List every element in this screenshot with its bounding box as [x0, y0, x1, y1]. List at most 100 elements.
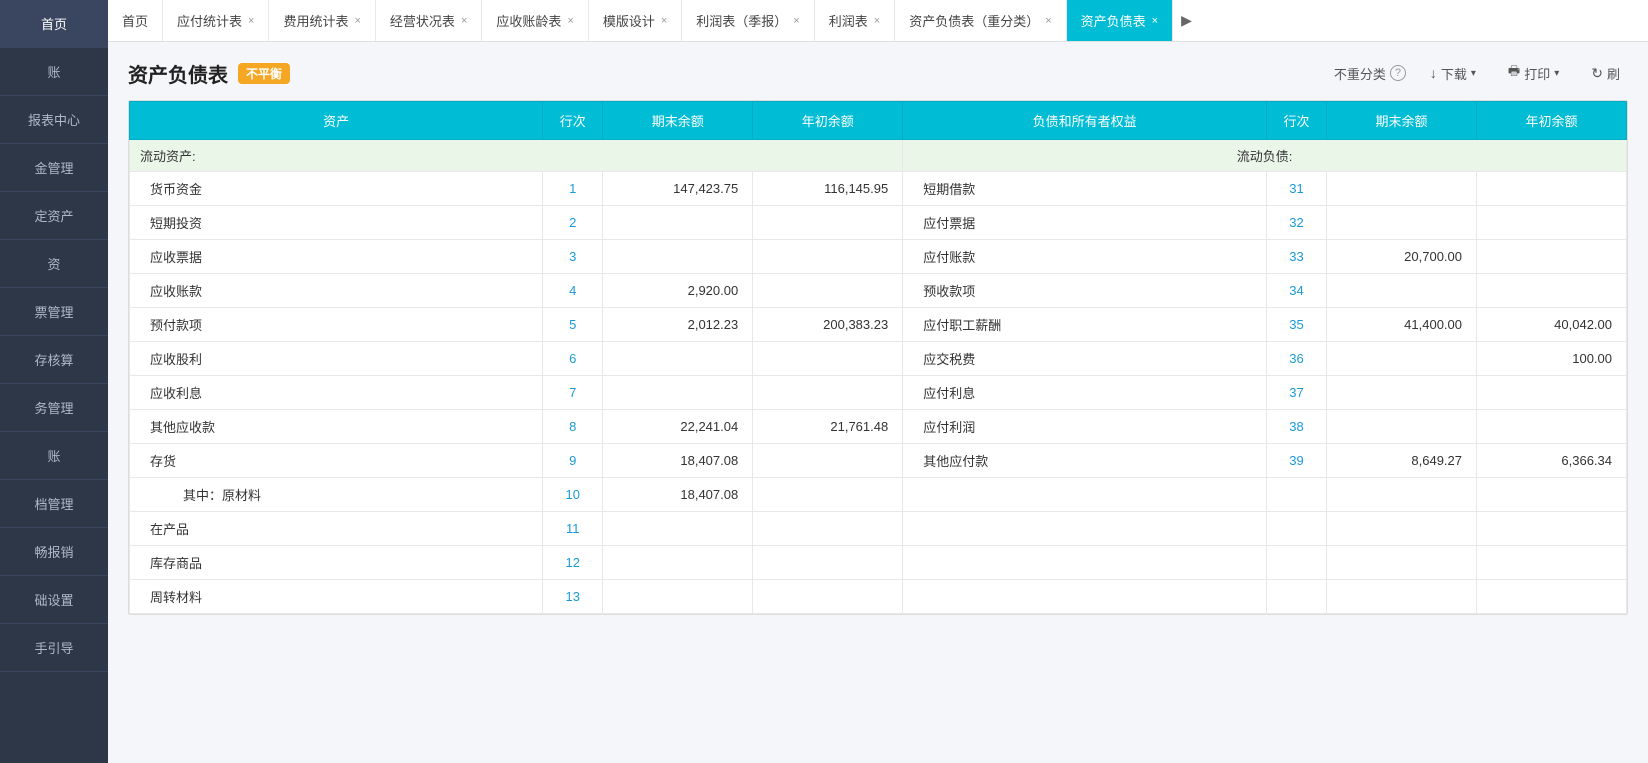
asset-row-num: 10	[543, 478, 603, 512]
liab-end-balance: 8,649.27	[1327, 444, 1477, 478]
liab-end-balance: 20,700.00	[1327, 240, 1477, 274]
liab-end-balance	[1327, 376, 1477, 410]
help-icon[interactable]: ?	[1390, 65, 1406, 81]
sidebar-item-ledger[interactable]: 账	[0, 48, 108, 96]
print-icon: 🖶	[1508, 62, 1520, 84]
tab-expense-stats[interactable]: 费用统计表 ×	[269, 0, 375, 42]
liab-end-balance	[1327, 342, 1477, 376]
tab-close-template-design[interactable]: ×	[661, 15, 667, 27]
asset-name[interactable]: 应收票据	[130, 240, 543, 274]
asset-name[interactable]: 预付款项	[130, 308, 543, 342]
asset-name[interactable]: 在产品	[130, 512, 543, 546]
asset-name[interactable]: 其中：原材料	[130, 478, 543, 512]
sidebar-item-guide[interactable]: 手引导	[0, 624, 108, 672]
tab-balance-reclassified[interactable]: 资产负债表（重分类） ×	[895, 0, 1066, 42]
asset-name[interactable]: 存货	[130, 444, 543, 478]
tab-home[interactable]: 首页	[108, 0, 163, 42]
liab-row-num	[1267, 546, 1327, 580]
asset-begin-balance: 21,761.48	[753, 410, 903, 444]
asset-name[interactable]: 应收股利	[130, 342, 543, 376]
asset-begin-balance	[753, 478, 903, 512]
liability-name[interactable]	[903, 512, 1267, 546]
liability-name[interactable]	[903, 580, 1267, 614]
asset-row-num: 3	[543, 240, 603, 274]
liability-name[interactable]: 应付职工薪酬	[903, 308, 1267, 342]
sidebar-item-settings[interactable]: 础设置	[0, 576, 108, 624]
liability-name[interactable]	[903, 478, 1267, 512]
asset-name[interactable]: 应收利息	[130, 376, 543, 410]
liab-end-balance	[1327, 410, 1477, 444]
asset-name[interactable]: 其他应收款	[130, 410, 543, 444]
tab-profit[interactable]: 利润表 ×	[815, 0, 895, 42]
sidebar-item-assets[interactable]: 定资产	[0, 192, 108, 240]
classify-label[interactable]: 不重分类 ?	[1334, 64, 1406, 83]
asset-begin-balance	[753, 240, 903, 274]
tab-profit-quarterly[interactable]: 利润表（季报） ×	[682, 0, 814, 42]
tab-template-design[interactable]: 模版设计 ×	[589, 0, 682, 42]
tab-close-profit[interactable]: ×	[874, 15, 880, 27]
sidebar-item-finance[interactable]: 务管理	[0, 384, 108, 432]
sidebar-item-tickets[interactable]: 票管理	[0, 288, 108, 336]
sidebar-item-home[interactable]: 首页	[0, 0, 108, 48]
download-button[interactable]: ↓ 下载 ▾	[1422, 60, 1484, 87]
liability-name[interactable]: 应付账款	[903, 240, 1267, 274]
liability-name[interactable]: 预收款项	[903, 274, 1267, 308]
sidebar: 首页 账 报表中心 金管理 定资产 资 票管理 存核算 务管理 账 档管理 畅报…	[0, 0, 108, 763]
asset-name[interactable]: 短期投资	[130, 206, 543, 240]
table-row: 库存商品 12	[130, 546, 1627, 580]
liab-row-num: 33	[1267, 240, 1327, 274]
tab-close-expense-stats[interactable]: ×	[354, 15, 360, 27]
tab-close-balance-reclassified[interactable]: ×	[1045, 15, 1051, 27]
sidebar-item-reports[interactable]: 报表中心	[0, 96, 108, 144]
tab-scroll-right[interactable]: ▶	[1173, 12, 1200, 29]
sidebar-item-expense[interactable]: 畅报销	[0, 528, 108, 576]
tab-balance-sheet[interactable]: 资产负债表 ×	[1067, 0, 1173, 42]
asset-row-num: 7	[543, 376, 603, 410]
liab-row-num	[1267, 512, 1327, 546]
liab-begin-balance: 6,366.34	[1477, 444, 1627, 478]
liab-row-num: 39	[1267, 444, 1327, 478]
asset-name[interactable]: 货币资金	[130, 172, 543, 206]
table-header-row: 资产 行次 期末余额 年初余额 负债和所有者权益 行次 期末余额 年初余额	[130, 102, 1627, 140]
tab-close-operations[interactable]: ×	[461, 15, 467, 27]
liab-begin-balance	[1477, 274, 1627, 308]
asset-row-num: 6	[543, 342, 603, 376]
sidebar-item-archive[interactable]: 档管理	[0, 480, 108, 528]
unbalanced-badge: 不平衡	[238, 63, 290, 84]
tab-close-profit-quarterly[interactable]: ×	[793, 15, 799, 27]
print-button[interactable]: 🖶 打印 ▾	[1500, 58, 1567, 88]
liability-name[interactable]: 应付票据	[903, 206, 1267, 240]
asset-end-balance: 2,012.23	[603, 308, 753, 342]
tab-receivable-aging[interactable]: 应收账龄表 ×	[482, 0, 588, 42]
tab-operations[interactable]: 经营状况表 ×	[376, 0, 482, 42]
asset-end-balance: 18,407.08	[603, 478, 753, 512]
sidebar-item-invest[interactable]: 资	[0, 240, 108, 288]
asset-name[interactable]: 周转材料	[130, 580, 543, 614]
tab-close-payable-stats[interactable]: ×	[248, 15, 254, 27]
liability-name[interactable]: 应付利息	[903, 376, 1267, 410]
asset-name[interactable]: 库存商品	[130, 546, 543, 580]
table-row: 应收账款 4 2,920.00 预收款项 34	[130, 274, 1627, 308]
liability-name[interactable]: 其他应付款	[903, 444, 1267, 478]
asset-begin-balance: 200,383.23	[753, 308, 903, 342]
liability-name[interactable]: 应交税费	[903, 342, 1267, 376]
liab-begin-balance	[1477, 580, 1627, 614]
tab-close-balance-sheet[interactable]: ×	[1152, 15, 1158, 27]
sidebar-item-cash[interactable]: 金管理	[0, 144, 108, 192]
sidebar-item-inventory[interactable]: 存核算	[0, 336, 108, 384]
page-header: 资产负债表 不平衡 不重分类 ? ↓ 下载 ▾ 🖶 打印 ▾	[128, 58, 1628, 88]
tab-payable-stats[interactable]: 应付统计表 ×	[163, 0, 269, 42]
asset-name[interactable]: 应收账款	[130, 274, 543, 308]
liability-name[interactable]: 应付利润	[903, 410, 1267, 444]
table-row: 短期投资 2 应付票据 32	[130, 206, 1627, 240]
tab-close-receivable-aging[interactable]: ×	[567, 15, 573, 27]
liability-name[interactable]: 短期借款	[903, 172, 1267, 206]
col-liab-begin: 年初余额	[1477, 102, 1627, 140]
refresh-button[interactable]: ↻ 刷	[1583, 60, 1628, 87]
asset-end-balance: 22,241.04	[603, 410, 753, 444]
sidebar-item-account[interactable]: 账	[0, 432, 108, 480]
table-row: 预付款项 5 2,012.23 200,383.23 应付职工薪酬 35 41,…	[130, 308, 1627, 342]
asset-begin-balance	[753, 206, 903, 240]
asset-row-num: 4	[543, 274, 603, 308]
liability-name[interactable]	[903, 546, 1267, 580]
